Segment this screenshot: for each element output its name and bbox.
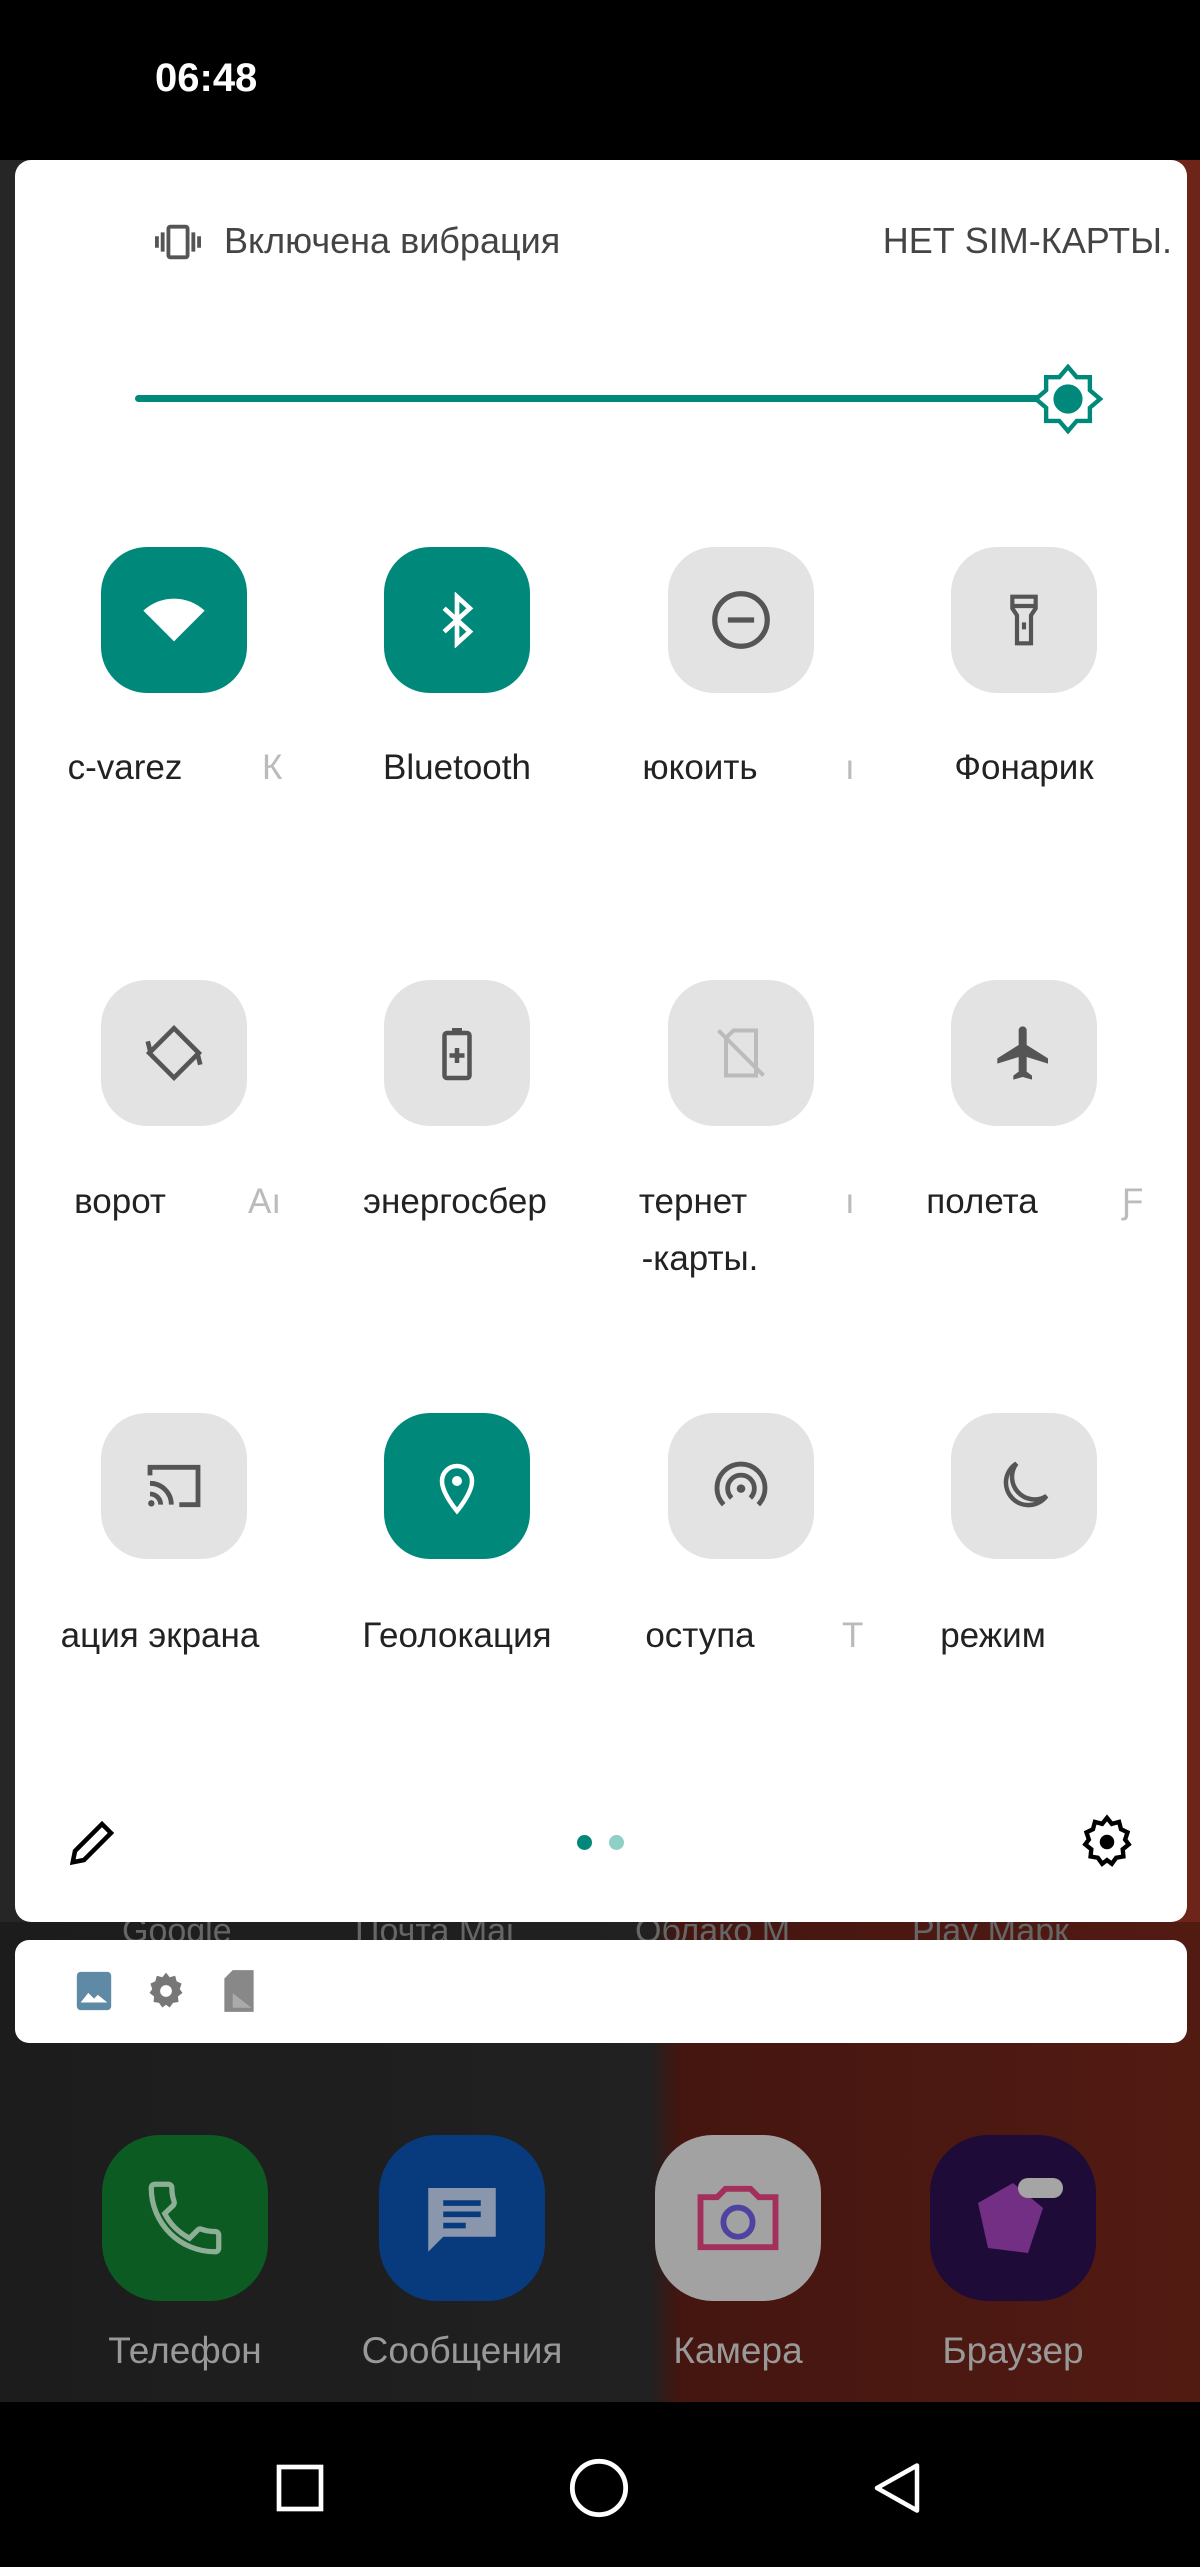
status-bar: 06:48: [0, 0, 1200, 160]
hotspot-icon: [714, 1461, 768, 1507]
tile-label-fragment: ı: [845, 1182, 855, 1221]
tile-label: Bluetooth: [383, 748, 531, 787]
tile-label: Геолокация: [362, 1616, 552, 1655]
clock: 06:48: [155, 56, 258, 100]
brightness-thumb-icon[interactable]: [1033, 364, 1103, 434]
wifi-icon: [143, 598, 205, 642]
tile-mobile-data[interactable]: [668, 980, 814, 1126]
vibrate-icon: [155, 224, 201, 260]
tile-label-fragment: Ƒ: [1122, 1182, 1144, 1221]
page-indicator-active[interactable]: [577, 1835, 592, 1850]
tile-screen-cast[interactable]: [101, 1413, 247, 1559]
cast-icon: [147, 1464, 201, 1508]
flashlight-icon: [1010, 594, 1038, 646]
no-sim-icon: [717, 1028, 765, 1078]
tile-label-fragment: Аı: [248, 1182, 282, 1221]
bluetooth-icon: [442, 592, 474, 648]
tile-label-fragment: ı: [845, 748, 855, 787]
tile-label: режим: [940, 1616, 1046, 1655]
airplane-icon: [997, 1026, 1048, 1080]
tile-label: юкоить: [642, 748, 758, 787]
notification-card[interactable]: [15, 1940, 1187, 2043]
pencil-icon[interactable]: [66, 1815, 120, 1869]
home-icon[interactable]: [567, 2456, 631, 2520]
tile-hotspot[interactable]: [668, 1413, 814, 1559]
tile-battery-saver[interactable]: [384, 980, 530, 1126]
tile-airplane-mode[interactable]: [951, 980, 1097, 1126]
tile-wifi[interactable]: [101, 547, 247, 693]
tile-label: оступа: [645, 1616, 755, 1655]
tile-do-not-disturb[interactable]: [668, 547, 814, 693]
sim-status[interactable]: НЕТ SIM-КАРТЫ.: [883, 220, 1172, 262]
gallery-icon: [76, 1971, 112, 2011]
tile-label: c-varez: [67, 748, 183, 787]
do-not-disturb-icon: [712, 591, 770, 649]
tile-label: тернет: [638, 1182, 748, 1221]
recents-icon[interactable]: [272, 2460, 328, 2516]
tile-label: полета: [926, 1182, 1038, 1221]
gear-icon[interactable]: [1078, 1813, 1136, 1871]
page-indicator[interactable]: [609, 1835, 624, 1850]
tile-flashlight[interactable]: [951, 547, 1097, 693]
tile-label: ация экрана: [60, 1616, 260, 1655]
tile-label: Фонарик: [954, 748, 1094, 787]
tile-label: ворот: [74, 1182, 166, 1221]
battery-saver-icon: [442, 1028, 472, 1081]
tile-label: энергосбер: [363, 1182, 547, 1221]
location-icon: [439, 1463, 475, 1515]
tile-label-fragment: К: [262, 748, 283, 787]
brightness-slider[interactable]: [135, 395, 1068, 402]
night-mode-icon: [1003, 1461, 1049, 1508]
tile-bluetooth[interactable]: [384, 547, 530, 693]
tile-label-line2: -карты.: [641, 1239, 759, 1278]
tile-night-mode[interactable]: [951, 1413, 1097, 1559]
tile-auto-rotate[interactable]: [101, 980, 247, 1126]
back-icon[interactable]: [867, 2458, 927, 2518]
sd-card-icon: [224, 1970, 254, 2012]
vibration-status: Включена вибрация: [224, 220, 561, 261]
tile-label-fragment: Т: [842, 1616, 864, 1655]
tile-location[interactable]: [384, 1413, 530, 1559]
settings-icon: [149, 1972, 183, 2008]
auto-rotate-icon: [145, 1024, 203, 1082]
